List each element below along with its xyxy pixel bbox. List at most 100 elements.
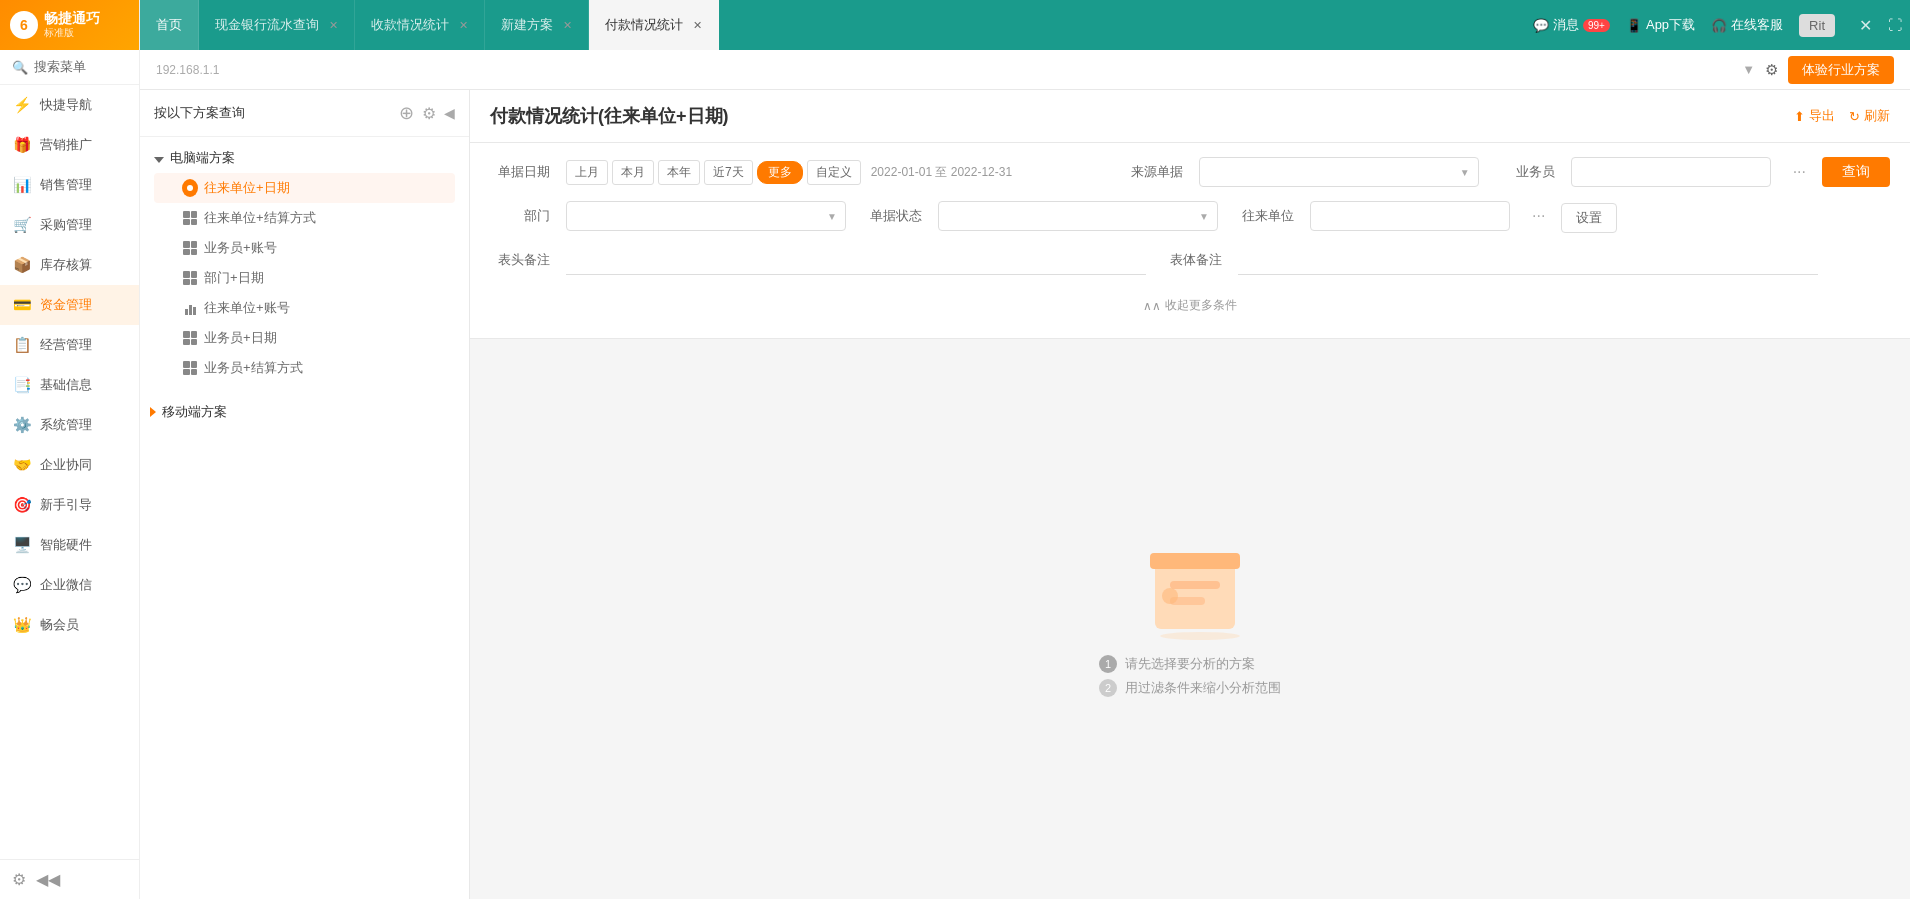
guide-icon: 🎯 [12,495,32,515]
query-button[interactable]: 查询 [1822,157,1890,187]
export-button[interactable]: ⬆ 导出 [1794,107,1835,125]
empty-svg [1140,541,1260,641]
collapse-more-bar[interactable]: ∧∧ 收起更多条件 [490,287,1890,324]
scheme-item-unit-date[interactable]: 往来单位+日期 [154,173,455,203]
message-icon: 💬 [1533,18,1549,33]
content-area: 按以下方案查询 ⊕ ⚙ ◀ 电脑端方案 往来单位+日期 [140,90,1910,899]
scheme-item-staff-account[interactable]: 业务员+账号 [154,233,455,263]
sidebar-item-basic[interactable]: 📑 基础信息 [0,365,139,405]
voucher-status-select[interactable]: ▼ [938,201,1218,231]
scheme-item-unit-account[interactable]: 往来单位+账号 [154,293,455,323]
tab-receipt[interactable]: 收款情况统计 ✕ [355,0,485,50]
pc-label: 电脑端方案 [170,149,235,167]
pc-scheme-group-label[interactable]: 电脑端方案 [154,143,455,173]
table-header-note-input[interactable] [566,245,1146,275]
nav-dropdown-icon[interactable]: ▼ [1742,62,1755,77]
settings-button[interactable]: 设置 [1561,203,1617,233]
filter-area: 单据日期 上月 本月 本年 近7天 更多 自定义 2022-01-01 至 20… [470,143,1910,339]
dept-select[interactable]: ▼ [566,201,846,231]
date-btn-more[interactable]: 更多 [757,161,803,184]
date-btn-this-year[interactable]: 本年 [658,160,700,185]
sidebar-item-sales[interactable]: 📊 销售管理 [0,165,139,205]
hint-num-1: 1 [1099,655,1117,673]
related-unit-select[interactable] [1310,201,1510,231]
payment-tab-close[interactable]: ✕ [693,19,702,32]
filter-row-3: 表头备注 表体备注 [490,245,1890,275]
subtopbar-gear-icon[interactable]: ⚙ [1765,61,1778,79]
sidebar-item-operation[interactable]: 📋 经营管理 [0,325,139,365]
scheme-item-unit-settle[interactable]: 往来单位+结算方式 [154,203,455,233]
tab-home[interactable]: 首页 [140,0,199,50]
scheme-grid-icon-2 [182,240,198,256]
date-btn-last-7days[interactable]: 近7天 [704,160,753,185]
scheme-unit-settle-label: 往来单位+结算方式 [204,209,316,227]
date-btn-this-month[interactable]: 本月 [612,160,654,185]
address-bar: 192.168.1.1 [156,63,1732,77]
system-icon: ⚙️ [12,415,32,435]
sidebar-item-guide[interactable]: 🎯 新手引导 [0,485,139,525]
messages-button[interactable]: 💬 消息 99+ [1533,16,1610,34]
search-menu-item[interactable]: 🔍 搜索菜单 [0,50,139,85]
related-unit-dots-icon[interactable]: ··· [1532,207,1545,225]
add-scheme-icon[interactable]: ⊕ [399,102,414,124]
sidebar-item-capital[interactable]: 💳 资金管理 [0,285,139,325]
left-panel: 按以下方案查询 ⊕ ⚙ ◀ 电脑端方案 往来单位+日期 [140,90,470,899]
empty-hints: 1 请先选择要分析的方案 2 用过滤条件来缩小分析范围 [1099,655,1281,697]
sidebar: 6 畅捷通巧 标准版 🔍 搜索菜单 ⚡ 快捷导航 🎁 营销推广 📊 销售管理 🛒… [0,0,140,899]
scheme-item-staff-settle[interactable]: 业务员+结算方式 [154,353,455,383]
logo-text: 畅捷通巧 标准版 [44,10,100,41]
operation-icon: 📋 [12,335,32,355]
empty-hint-2: 2 用过滤条件来缩小分析范围 [1099,679,1281,697]
scheme-staff-settle-label: 业务员+结算方式 [204,359,303,377]
topbar-close-button[interactable]: ✕ [1851,16,1880,35]
wechat-icon: 💬 [12,575,32,595]
sidebar-item-enterprise[interactable]: 🤝 企业协同 [0,445,139,485]
sidebar-item-marketing[interactable]: 🎁 营销推广 [0,125,139,165]
scheme-grid-icon-3 [182,270,198,286]
sidebar-item-inventory[interactable]: 📦 库存核算 [0,245,139,285]
collapse-up-icon: ∧∧ [1143,299,1161,313]
tab-bank[interactable]: 现金银行流水查询 ✕ [199,0,355,50]
scheme-unit-date-label: 往来单位+日期 [204,179,290,197]
app-download-label: App下载 [1646,16,1695,34]
staff-dots-icon[interactable]: ··· [1793,163,1806,181]
staff-select[interactable] [1571,157,1771,187]
bank-tab-close[interactable]: ✕ [329,19,338,32]
collapse-panel-icon[interactable]: ◀ [444,105,455,121]
collapse-label: 收起更多条件 [1165,297,1237,314]
tab-payment[interactable]: 付款情况统计 ✕ [589,0,719,50]
new-scheme-tab-close[interactable]: ✕ [563,19,572,32]
tab-new-scheme[interactable]: 新建方案 ✕ [485,0,589,50]
topbar-expand-button[interactable]: ⛶ [1880,17,1910,33]
sidebar-item-hardware[interactable]: 🖥️ 智能硬件 [0,525,139,565]
search-menu-label: 搜索菜单 [34,58,86,76]
main-area: 首页 现金银行流水查询 ✕ 收款情况统计 ✕ 新建方案 ✕ 付款情况统计 ✕ 💬 [140,0,1910,899]
table-body-note-label: 表体备注 [1162,251,1222,269]
mobile-scheme-group-label[interactable]: 移动端方案 [140,397,469,427]
sidebar-item-system[interactable]: ⚙️ 系统管理 [0,405,139,445]
right-content: 付款情况统计(往来单位+日期) ⬆ 导出 ↻ 刷新 单据日期 [470,90,1910,899]
scheme-item-dept-date[interactable]: 部门+日期 [154,263,455,293]
table-body-note-input[interactable] [1238,245,1818,275]
sidebar-item-wechat[interactable]: 💬 企业微信 [0,565,139,605]
svg-rect-1 [1150,553,1240,569]
receipt-tab-close[interactable]: ✕ [459,19,468,32]
scheme-unit-account-label: 往来单位+账号 [204,299,290,317]
online-service-button[interactable]: 🎧 在线客服 [1711,16,1783,34]
sidebar-item-member[interactable]: 👑 畅会员 [0,605,139,645]
date-btn-custom[interactable]: 自定义 [807,160,861,185]
sidebar-item-purchase[interactable]: 🛒 采购管理 [0,205,139,245]
date-btn-last-month[interactable]: 上月 [566,160,608,185]
trial-button[interactable]: 体验行业方案 [1788,56,1894,84]
source-select[interactable]: ▼ [1199,157,1479,187]
app-download-button[interactable]: 📱 App下载 [1626,16,1695,34]
user-avatar[interactable]: Rit [1799,14,1835,37]
empty-illustration: 1 请先选择要分析的方案 2 用过滤条件来缩小分析范围 [1099,541,1281,697]
sidebar-item-shortcut[interactable]: ⚡ 快捷导航 [0,85,139,125]
scheme-item-staff-date[interactable]: 业务员+日期 [154,323,455,353]
collapse-sidebar-icon[interactable]: ◀◀ [36,870,60,889]
online-service-label: 在线客服 [1731,16,1783,34]
settings-gear-icon[interactable]: ⚙ [12,870,26,889]
refresh-button[interactable]: ↻ 刷新 [1849,107,1890,125]
settings-scheme-icon[interactable]: ⚙ [422,104,436,123]
